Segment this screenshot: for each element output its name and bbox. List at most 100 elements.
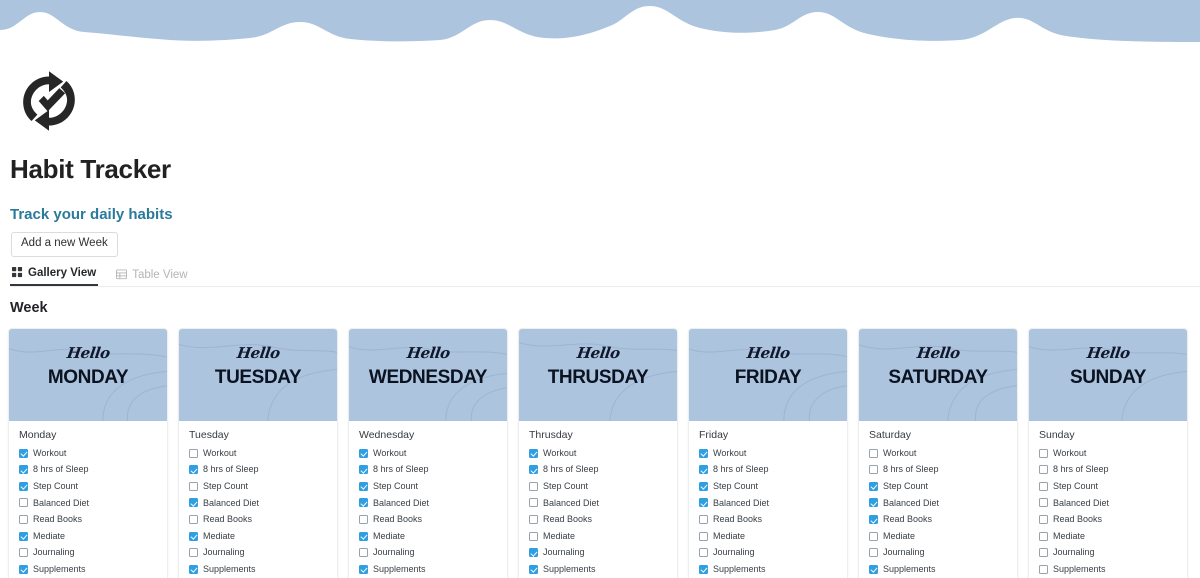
- habit-row[interactable]: Mediate: [19, 530, 159, 543]
- habit-checkbox[interactable]: [699, 514, 708, 524]
- habit-checkbox[interactable]: [189, 465, 198, 475]
- habit-row[interactable]: Step Count: [189, 480, 329, 493]
- day-card[interactable]: Hello WEDNESDAY Wednesday Workout 8 hrs of S…: [348, 327, 508, 578]
- habit-checkbox[interactable]: [1039, 531, 1048, 541]
- habit-row[interactable]: Journaling: [359, 546, 499, 559]
- habit-row[interactable]: Journaling: [1039, 546, 1179, 559]
- habit-checkbox[interactable]: [189, 564, 198, 574]
- tab-gallery-view[interactable]: Gallery View: [10, 267, 99, 286]
- habit-row[interactable]: Read Books: [19, 513, 159, 526]
- habit-checkbox[interactable]: [699, 465, 708, 475]
- habit-checkbox[interactable]: [359, 481, 368, 491]
- habit-row[interactable]: Read Books: [869, 513, 1009, 526]
- habit-row[interactable]: 8 hrs of Sleep: [19, 463, 159, 476]
- habit-row[interactable]: Balanced Diet: [699, 497, 839, 510]
- habit-checkbox[interactable]: [189, 531, 198, 541]
- habit-row[interactable]: Journaling: [529, 546, 669, 559]
- habit-checkbox[interactable]: [1039, 564, 1048, 574]
- habit-checkbox[interactable]: [359, 465, 368, 475]
- habit-row[interactable]: Mediate: [1039, 530, 1179, 543]
- habit-row[interactable]: Step Count: [529, 480, 669, 493]
- habit-checkbox[interactable]: [529, 548, 538, 558]
- day-card[interactable]: Hello THRUSDAY Thrusday Workout 8 hrs of Sle…: [518, 327, 678, 578]
- habit-row[interactable]: Step Count: [19, 480, 159, 493]
- tab-table-view[interactable]: Table View: [114, 269, 189, 286]
- habit-checkbox[interactable]: [699, 564, 708, 574]
- habit-checkbox[interactable]: [189, 514, 198, 524]
- habit-row[interactable]: Supplements: [189, 563, 329, 576]
- habit-row[interactable]: Balanced Diet: [359, 497, 499, 510]
- habit-checkbox[interactable]: [19, 465, 28, 475]
- habit-checkbox[interactable]: [359, 531, 368, 541]
- habit-checkbox[interactable]: [1039, 465, 1048, 475]
- habit-checkbox[interactable]: [869, 465, 878, 475]
- habit-checkbox[interactable]: [869, 498, 878, 508]
- habit-row[interactable]: Mediate: [529, 530, 669, 543]
- habit-checkbox[interactable]: [19, 531, 28, 541]
- habit-checkbox[interactable]: [189, 481, 198, 491]
- habit-row[interactable]: 8 hrs of Sleep: [529, 463, 669, 476]
- habit-row[interactable]: Mediate: [869, 530, 1009, 543]
- habit-checkbox[interactable]: [699, 548, 708, 558]
- habit-checkbox[interactable]: [359, 448, 368, 458]
- habit-checkbox[interactable]: [1039, 514, 1048, 524]
- add-new-week-button[interactable]: Add a new Week: [11, 232, 118, 257]
- habit-row[interactable]: Step Count: [359, 480, 499, 493]
- habit-checkbox[interactable]: [19, 481, 28, 491]
- habit-row[interactable]: Balanced Diet: [529, 497, 669, 510]
- day-card[interactable]: Hello MONDAY Monday Workout 8 hrs of Sleep St…: [8, 327, 168, 578]
- habit-checkbox[interactable]: [699, 481, 708, 491]
- habit-checkbox[interactable]: [529, 465, 538, 475]
- habit-checkbox[interactable]: [869, 514, 878, 524]
- habit-row[interactable]: 8 hrs of Sleep: [1039, 463, 1179, 476]
- habit-checkbox[interactable]: [359, 564, 368, 574]
- habit-row[interactable]: Workout: [869, 447, 1009, 460]
- habit-checkbox[interactable]: [869, 564, 878, 574]
- habit-row[interactable]: Journaling: [869, 546, 1009, 559]
- habit-checkbox[interactable]: [869, 448, 878, 458]
- habit-row[interactable]: Step Count: [1039, 480, 1179, 493]
- habit-row[interactable]: Workout: [1039, 447, 1179, 460]
- habit-checkbox[interactable]: [869, 481, 878, 491]
- habit-checkbox[interactable]: [189, 548, 198, 558]
- habit-row[interactable]: Workout: [19, 447, 159, 460]
- habit-checkbox[interactable]: [529, 564, 538, 574]
- habit-row[interactable]: Step Count: [699, 480, 839, 493]
- habit-row[interactable]: 8 hrs of Sleep: [189, 463, 329, 476]
- day-card[interactable]: Hello TUESDAY Tuesday Workout 8 hrs of Sleep…: [178, 327, 338, 578]
- habit-checkbox[interactable]: [19, 514, 28, 524]
- habit-row[interactable]: 8 hrs of Sleep: [869, 463, 1009, 476]
- day-card[interactable]: Hello SUNDAY Sunday Workout 8 hrs of Sleep St…: [1028, 327, 1188, 578]
- habit-checkbox[interactable]: [529, 531, 538, 541]
- habit-row[interactable]: Workout: [529, 447, 669, 460]
- habit-row[interactable]: Workout: [189, 447, 329, 460]
- habit-checkbox[interactable]: [529, 481, 538, 491]
- habit-checkbox[interactable]: [19, 448, 28, 458]
- habit-row[interactable]: Balanced Diet: [19, 497, 159, 510]
- habit-checkbox[interactable]: [359, 514, 368, 524]
- habit-row[interactable]: Balanced Diet: [1039, 497, 1179, 510]
- habit-row[interactable]: Read Books: [359, 513, 499, 526]
- habit-row[interactable]: Journaling: [19, 546, 159, 559]
- habit-row[interactable]: Read Books: [189, 513, 329, 526]
- habit-row[interactable]: Supplements: [1039, 563, 1179, 576]
- habit-checkbox[interactable]: [699, 531, 708, 541]
- habit-checkbox[interactable]: [529, 514, 538, 524]
- habit-checkbox[interactable]: [19, 548, 28, 558]
- habit-checkbox[interactable]: [529, 498, 538, 508]
- habit-row[interactable]: Read Books: [699, 513, 839, 526]
- habit-checkbox[interactable]: [189, 448, 198, 458]
- habit-row[interactable]: Journaling: [699, 546, 839, 559]
- habit-row[interactable]: Supplements: [869, 563, 1009, 576]
- habit-checkbox[interactable]: [699, 448, 708, 458]
- habit-row[interactable]: Supplements: [699, 563, 839, 576]
- habit-checkbox[interactable]: [529, 448, 538, 458]
- habit-row[interactable]: 8 hrs of Sleep: [699, 463, 839, 476]
- habit-row[interactable]: Mediate: [359, 530, 499, 543]
- day-card[interactable]: Hello FRIDAY Friday Workout 8 hrs of Sleep St…: [688, 327, 848, 578]
- day-card[interactable]: Hello SATURDAY Saturday Workout 8 hrs of Sle…: [858, 327, 1018, 578]
- habit-checkbox[interactable]: [1039, 481, 1048, 491]
- habit-row[interactable]: Mediate: [189, 530, 329, 543]
- habit-checkbox[interactable]: [359, 498, 368, 508]
- habit-row[interactable]: Supplements: [529, 563, 669, 576]
